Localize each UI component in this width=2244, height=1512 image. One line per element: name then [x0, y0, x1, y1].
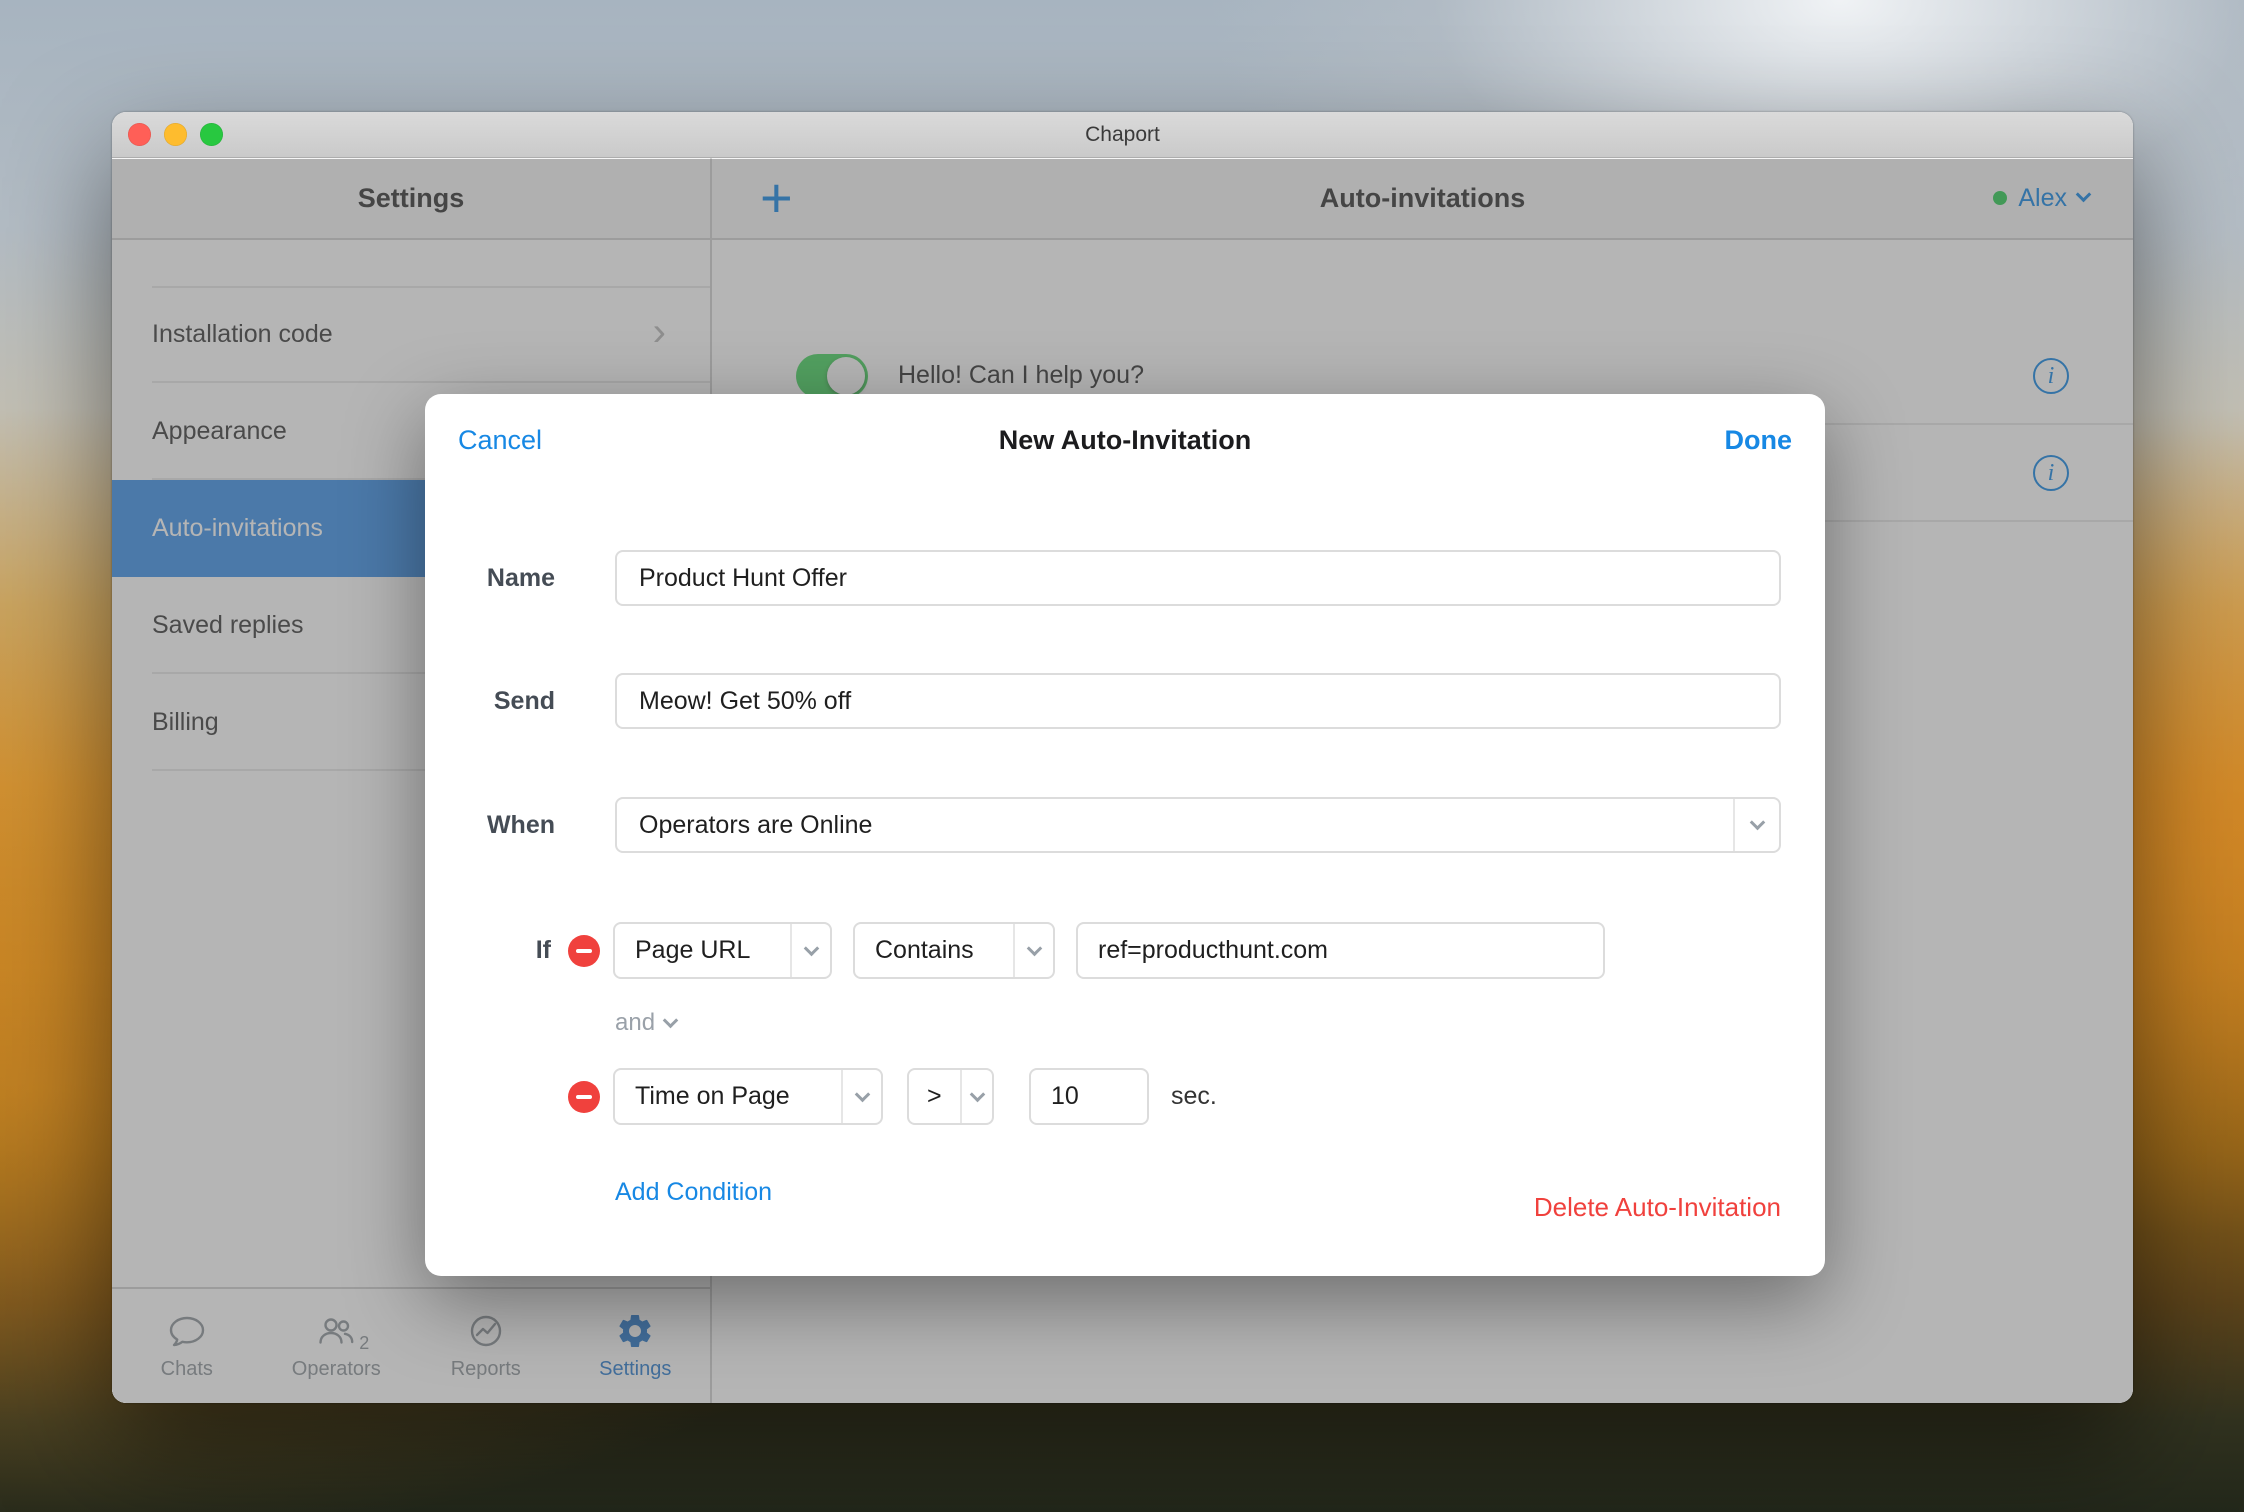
when-label: When — [425, 797, 555, 853]
chevron-down-icon — [790, 924, 830, 977]
name-row: Name — [425, 550, 1825, 606]
window-title: Chaport — [112, 123, 2133, 147]
send-row: Send — [425, 673, 1825, 729]
condition-row-1: If Page URL Contains — [425, 922, 1825, 979]
send-label: Send — [425, 673, 555, 729]
condition-operator-value: > — [909, 1082, 960, 1111]
remove-condition-button[interactable] — [568, 1081, 600, 1113]
new-auto-invitation-modal: Cancel New Auto-Invitation Done Name Sen… — [425, 394, 1825, 1276]
modal-header: Cancel New Auto-Invitation Done — [425, 394, 1825, 486]
done-button[interactable]: Done — [1725, 425, 1793, 456]
chevron-down-icon — [854, 1086, 870, 1102]
chevron-down-icon — [1026, 940, 1042, 956]
window-titlebar[interactable]: Chaport — [112, 112, 2133, 158]
delete-auto-invitation-link[interactable]: Delete Auto-Invitation — [1534, 1192, 1781, 1223]
modal-title: New Auto-Invitation — [425, 425, 1825, 456]
app-window: Chaport Settings + Auto-invitations Alex… — [112, 112, 2133, 1403]
if-label: If — [425, 922, 551, 979]
minus-icon — [576, 1095, 592, 1099]
cancel-button[interactable]: Cancel — [458, 425, 542, 456]
condition-operator-select[interactable]: Contains — [853, 922, 1055, 979]
chevron-down-icon — [1749, 815, 1765, 831]
remove-condition-button[interactable] — [568, 935, 600, 967]
when-select[interactable]: Operators are Online — [615, 797, 1781, 853]
add-condition-link[interactable]: Add Condition — [615, 1178, 772, 1207]
condition-row-2: Time on Page > sec. — [425, 1068, 1825, 1125]
condition-field-value: Time on Page — [615, 1082, 841, 1111]
and-label: and — [615, 1009, 655, 1037]
desktop-background: { "icons": { "add": "+", "chevron_right"… — [0, 0, 2244, 1512]
condition-value-input[interactable] — [1076, 922, 1605, 979]
condition-field-value: Page URL — [615, 936, 790, 965]
minus-icon — [576, 949, 592, 953]
and-selector[interactable]: and — [615, 1006, 676, 1040]
when-row: When Operators are Online — [425, 797, 1825, 853]
condition-field-select[interactable]: Page URL — [613, 922, 832, 979]
condition-operator-value: Contains — [855, 936, 1013, 965]
chevron-down-icon — [1013, 924, 1053, 977]
condition-operator-select[interactable]: > — [907, 1068, 994, 1125]
chevron-down-icon — [960, 1070, 992, 1123]
chevron-down-icon — [1733, 799, 1779, 851]
chevron-down-icon — [969, 1086, 985, 1102]
when-select-value: Operators are Online — [617, 811, 1733, 840]
chevron-down-icon — [841, 1070, 881, 1123]
send-message-input[interactable] — [615, 673, 1781, 729]
chevron-down-icon — [803, 940, 819, 956]
name-input[interactable] — [615, 550, 1781, 606]
condition-field-select[interactable]: Time on Page — [613, 1068, 883, 1125]
chevron-down-icon — [663, 1013, 679, 1029]
seconds-unit-label: sec. — [1171, 1068, 1217, 1125]
name-label: Name — [425, 550, 555, 606]
condition-seconds-input[interactable] — [1029, 1068, 1149, 1125]
